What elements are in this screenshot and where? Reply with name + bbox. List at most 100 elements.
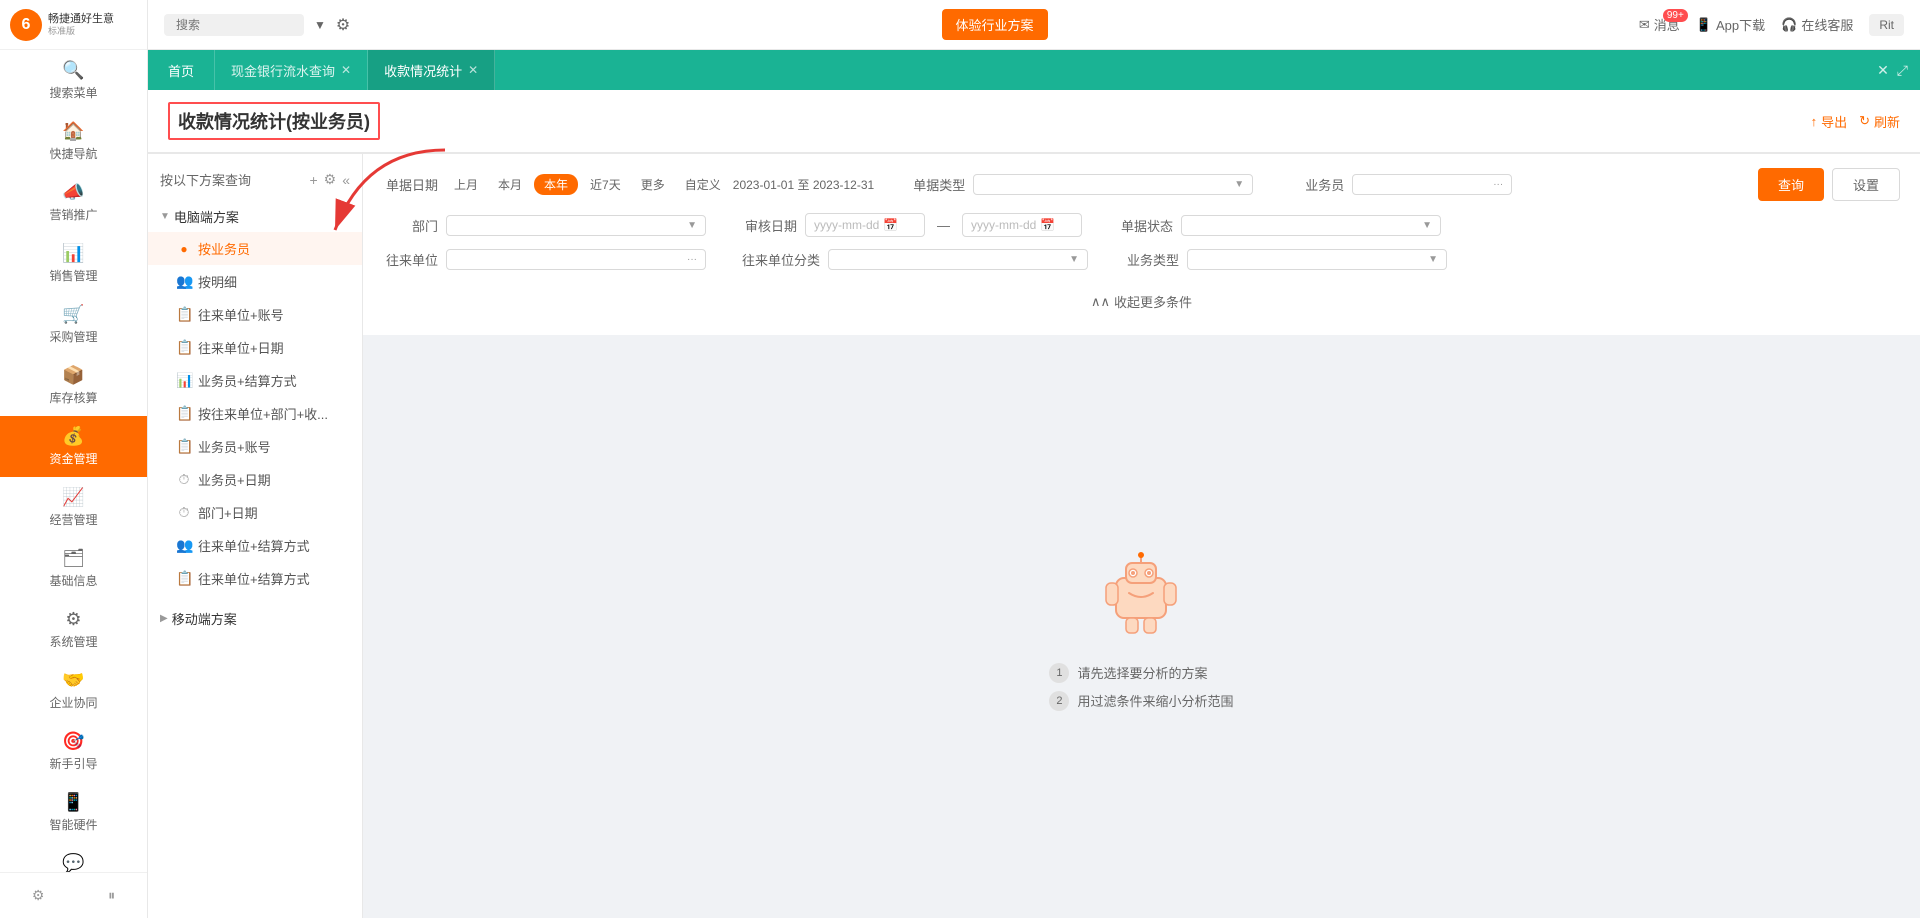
collapse-more-btn[interactable]: ∧∧ 收起更多条件 — [383, 282, 1900, 321]
basic-icon: 🗂 — [62, 548, 85, 569]
operation-icon: 📈 — [62, 487, 84, 508]
sidebar-item-wechat[interactable]: 💬 企业微信 — [0, 843, 147, 872]
scheme-item-salesperson-settlement[interactable]: 📊 业务员+结算方式 — [148, 364, 362, 397]
scheme-table-icon-4: 📋 — [176, 438, 192, 455]
sidebar-item-marketing[interactable]: 📣 营销推广 — [0, 172, 147, 233]
date-tab-this-year[interactable]: 本年 — [534, 174, 578, 195]
tab-home[interactable]: 首页 — [148, 50, 215, 90]
audit-date-start[interactable]: yyyy-mm-dd 📅 — [805, 213, 925, 237]
status-select[interactable]: ▼ — [1181, 215, 1441, 236]
scheme-group-mobile: ▶ 移动端方案 — [148, 599, 362, 638]
salesperson-label: 业务员 — [1289, 175, 1344, 194]
setting-btn[interactable]: 设置 — [1832, 168, 1900, 201]
salesperson-select[interactable]: ··· — [1352, 174, 1512, 195]
topbar-dropdown-btn[interactable]: ▼ — [314, 18, 326, 32]
topbar-gear-icon[interactable]: ⚙ — [336, 15, 350, 35]
tab-receipt[interactable]: 收款情况统计 ✕ — [368, 50, 495, 90]
sidebar-item-hardware[interactable]: 📱 智能硬件 — [0, 782, 147, 843]
scheme-item-party-date[interactable]: 📋 往来单位+日期 — [148, 331, 362, 364]
date-tab-this-month[interactable]: 本月 — [490, 174, 530, 195]
dept-select[interactable]: ▼ — [446, 215, 706, 236]
sidebar: 6 畅捷通好生意 标准版 🔍 搜索菜单 🏠 快捷导航 📣 营销推广 📊 销售管理… — [0, 0, 148, 918]
sidebar-item-purchase[interactable]: 🛒 采购管理 — [0, 294, 147, 355]
sidebar-item-shortcut[interactable]: 🏠 快捷导航 — [0, 111, 147, 172]
scheme-item-party-settlement-1[interactable]: 👥 往来单位+结算方式 — [148, 529, 362, 562]
counterpart-more-icon: ··· — [687, 254, 697, 265]
scheme-settings-btn[interactable]: ⚙ — [324, 171, 337, 188]
tab-maximize-btn[interactable]: ⤢ — [1897, 62, 1908, 79]
type-select[interactable]: ▼ — [973, 174, 1253, 195]
step-1-num: 1 — [1049, 663, 1069, 683]
sidebar-item-warehouse[interactable]: 📦 库存核算 — [0, 355, 147, 416]
salesperson-more-icon: ··· — [1493, 179, 1503, 190]
audit-date-label: 审核日期 — [742, 216, 797, 235]
message-btn[interactable]: ✉ 消息 99+ — [1639, 15, 1680, 34]
app-download-btn[interactable]: 📱 App下载 — [1696, 15, 1765, 34]
sidebar-collapse-btn[interactable]: ⏸ — [104, 883, 119, 908]
logo-text: 畅捷通好生意 标准版 — [48, 12, 114, 38]
sidebar-item-finance[interactable]: 💰 资金管理 — [0, 416, 147, 477]
sidebar-settings-btn[interactable]: ⚙ — [28, 883, 49, 908]
scheme-collapse-btn[interactable]: « — [342, 172, 350, 188]
tab-bank[interactable]: 现金银行流水查询 ✕ — [215, 50, 368, 90]
business-type-select[interactable]: ▼ — [1187, 249, 1447, 270]
user-menu[interactable]: Rit — [1869, 14, 1904, 36]
dept-chevron-icon: ▼ — [687, 220, 697, 231]
query-btn[interactable]: 查询 — [1758, 168, 1824, 201]
scheme-radio-icon: ● — [176, 242, 192, 256]
search-input[interactable] — [164, 14, 304, 36]
sidebar-item-guide[interactable]: 🎯 新手引导 — [0, 721, 147, 782]
home-icon: 🏠 — [62, 121, 84, 142]
topbar: ▼ ⚙ 体验行业方案 ✉ 消息 99+ 📱 App下载 🎧 在线客服 Rit — [148, 0, 1920, 50]
scheme-add-btn[interactable]: + — [309, 172, 317, 188]
tab-bank-close[interactable]: ✕ — [341, 63, 351, 77]
scheme-table-icon-1: 📋 — [176, 306, 192, 323]
counterpart-category-label: 往来单位分类 — [742, 250, 820, 269]
placeholder-steps: 1 请先选择要分析的方案 2 用过滤条件来缩小分析范围 — [1049, 663, 1233, 711]
date-tab-custom[interactable]: 自定义 — [677, 174, 729, 195]
tab-receipt-close[interactable]: ✕ — [468, 63, 478, 77]
tab-close-all-btn[interactable]: ✕ — [1877, 62, 1889, 79]
sidebar-item-enterprise[interactable]: 🤝 企业协同 — [0, 660, 147, 721]
trial-btn[interactable]: 体验行业方案 — [942, 9, 1048, 40]
counterpart-select[interactable]: ··· — [446, 249, 706, 270]
date-filter: 单据日期 上月 本月 本年 近7天 更多 自定义 2023-01-01 至 20… — [383, 174, 874, 195]
salesperson-filter: 业务员 ··· — [1289, 174, 1512, 195]
app-icon: 📱 — [1696, 17, 1712, 33]
tab-window-actions: ✕ ⤢ — [1865, 50, 1920, 90]
date-tab-more[interactable]: 更多 — [633, 174, 673, 195]
calendar-icon-2: 📅 — [1040, 218, 1055, 232]
sidebar-item-sales[interactable]: 📊 销售管理 — [0, 233, 147, 294]
data-area: 1 请先选择要分析的方案 2 用过滤条件来缩小分析范围 — [363, 335, 1920, 918]
dept-label: 部门 — [383, 216, 438, 235]
scheme-item-by-detail[interactable]: 👥 按明细 — [148, 265, 362, 298]
sidebar-item-basic[interactable]: 🗂 基础信息 — [0, 538, 147, 599]
sidebar-item-operation[interactable]: 📈 经营管理 — [0, 477, 147, 538]
dept-filter: 部门 ▼ — [383, 215, 706, 236]
sidebar-item-search[interactable]: 🔍 搜索菜单 — [0, 50, 147, 111]
scheme-item-party-account[interactable]: 📋 往来单位+账号 — [148, 298, 362, 331]
scheme-group-desktop-header[interactable]: ▼ 电脑端方案 — [148, 201, 362, 232]
scheme-item-dept-date[interactable]: ⏱ 部门+日期 — [148, 496, 362, 529]
counterpart-filter: 往来单位 ··· — [383, 249, 706, 270]
scheme-item-party-settlement-2[interactable]: 📋 往来单位+结算方式 — [148, 562, 362, 595]
type-chevron-icon: ▼ — [1234, 179, 1244, 190]
audit-date-end[interactable]: yyyy-mm-dd 📅 — [962, 213, 1082, 237]
date-tab-7days[interactable]: 近7天 — [582, 174, 629, 195]
guide-icon: 🎯 — [62, 731, 84, 752]
sidebar-item-system[interactable]: ⚙ 系统管理 — [0, 599, 147, 660]
search-icon: 🔍 — [62, 60, 84, 81]
scheme-item-by-salesperson[interactable]: ● 按业务员 — [148, 232, 362, 265]
export-btn[interactable]: ↑ 导出 — [1811, 112, 1848, 131]
step-2: 2 用过滤条件来缩小分析范围 — [1049, 691, 1233, 711]
online-service-btn[interactable]: 🎧 在线客服 — [1781, 15, 1853, 34]
counterpart-category-select[interactable]: ▼ — [828, 249, 1088, 270]
date-tab-last-month[interactable]: 上月 — [446, 174, 486, 195]
scheme-item-salesperson-account[interactable]: 📋 业务员+账号 — [148, 430, 362, 463]
refresh-btn[interactable]: ↻ 刷新 — [1859, 112, 1900, 131]
scheme-item-salesperson-date[interactable]: ⏱ 业务员+日期 — [148, 463, 362, 496]
purchase-icon: 🛒 — [62, 304, 84, 325]
scheme-item-party-dept[interactable]: 📋 按往来单位+部门+收... — [148, 397, 362, 430]
scheme-group-mobile-header[interactable]: ▶ 移动端方案 — [148, 603, 362, 634]
system-icon: ⚙ — [65, 609, 81, 630]
